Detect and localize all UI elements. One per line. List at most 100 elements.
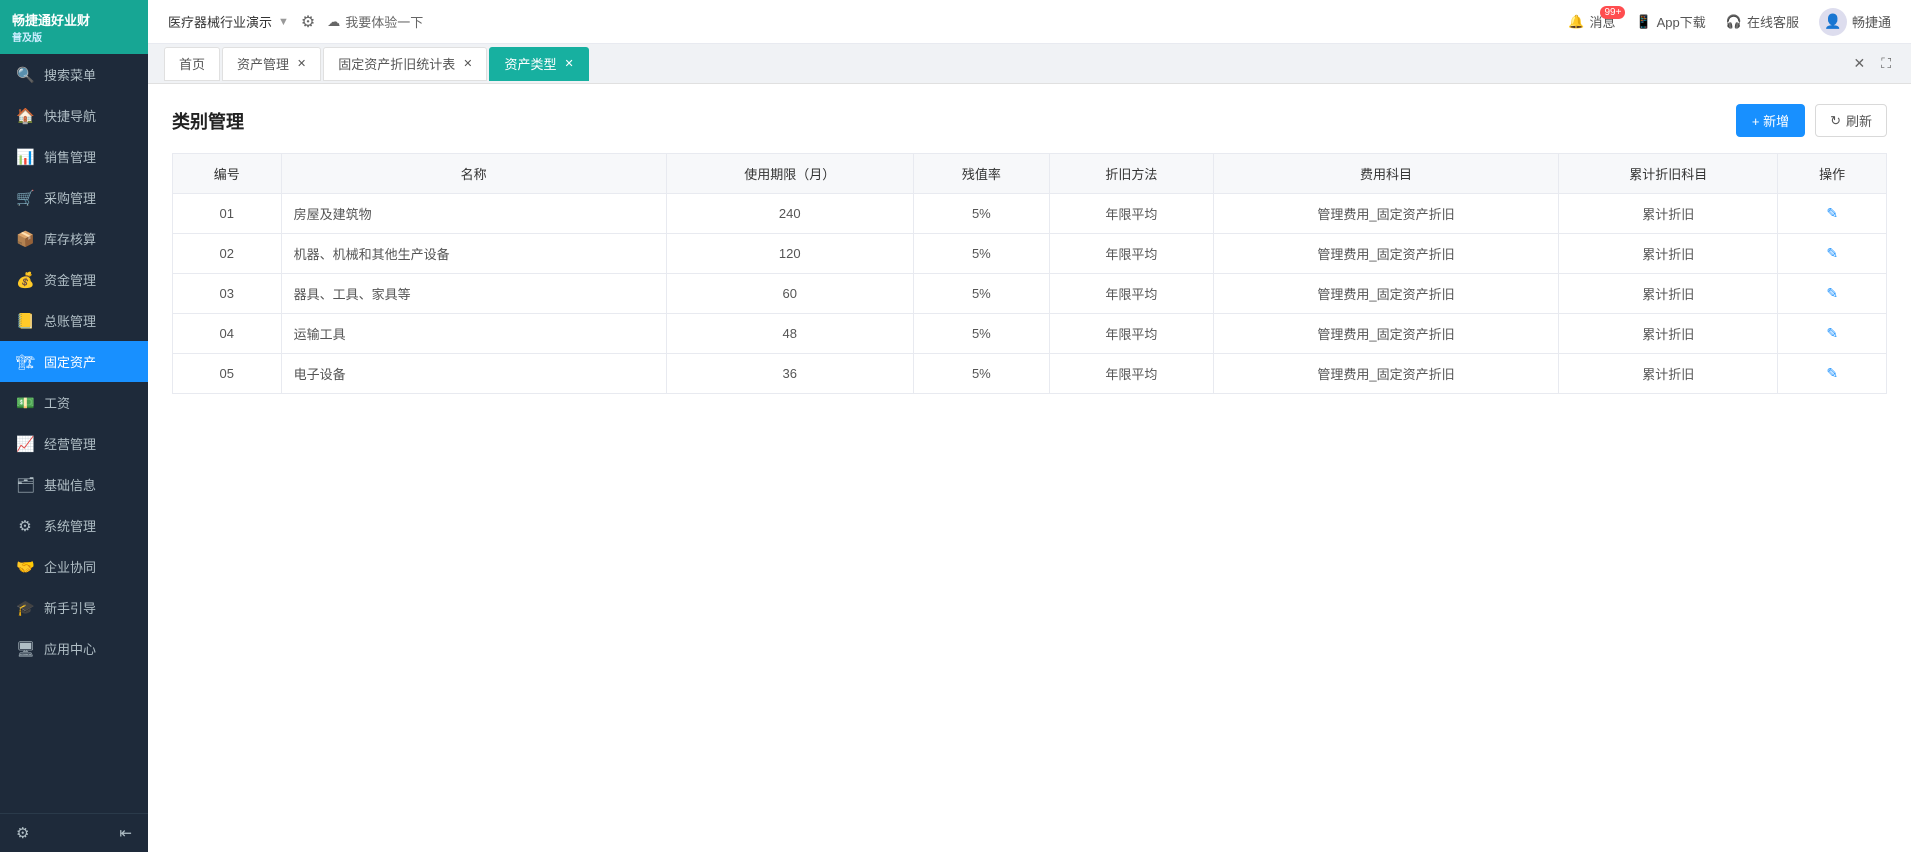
menu-icon: 🛒: [16, 189, 34, 207]
menu-icon: 🗂: [16, 476, 34, 494]
cell-method: 年限平均: [1049, 234, 1213, 274]
cell-method: 年限平均: [1049, 314, 1213, 354]
sidebar-item-资金管理[interactable]: 💰 资金管理: [0, 259, 148, 300]
sidebar-item-label: 资金管理: [44, 270, 96, 289]
close-tab-icon[interactable]: ✕: [463, 57, 472, 70]
cell-period: 60: [666, 274, 913, 314]
customer-service-label: 在线客服: [1747, 12, 1799, 31]
cell-name: 机器、机械和其他生产设备: [281, 234, 666, 274]
menu-icon: 🏗: [16, 353, 34, 371]
menu-icon: 🏠: [16, 107, 34, 125]
page-header: 类别管理 + 新增 ↻ 刷新: [172, 104, 1887, 137]
sidebar-item-应用中心[interactable]: 🖥 应用中心: [0, 628, 148, 669]
sidebar-item-label: 总账管理: [44, 311, 96, 330]
col-header: 操作: [1778, 154, 1887, 194]
sidebar-item-label: 销售管理: [44, 147, 96, 166]
maximize-tab-button[interactable]: ⛶: [1877, 53, 1895, 74]
sidebar-item-固定资产[interactable]: 🏗 固定资产: [0, 341, 148, 382]
notifications-button[interactable]: 🔔 消息 99+: [1568, 12, 1615, 31]
experience-button[interactable]: ☁ 我要体验一下: [327, 12, 423, 31]
collapse-icon[interactable]: ⇤: [119, 824, 132, 842]
menu-icon: 💵: [16, 394, 34, 412]
cell-period: 36: [666, 354, 913, 394]
sidebar-item-工资[interactable]: 💵 工资: [0, 382, 148, 423]
industry-label: 医疗器械行业演示: [168, 12, 272, 31]
sidebar-item-企业协同[interactable]: 🤝 企业协同: [0, 546, 148, 587]
cell-name: 器具、工具、家具等: [281, 274, 666, 314]
col-header: 残值率: [913, 154, 1049, 194]
add-button[interactable]: + 新增: [1736, 104, 1805, 137]
app-download-button[interactable]: 📱 App下载: [1635, 12, 1705, 31]
close-tab-icon[interactable]: ✕: [297, 57, 306, 70]
cell-period: 240: [666, 194, 913, 234]
edit-icon[interactable]: ✎: [1826, 245, 1838, 261]
sidebar-item-采购管理[interactable]: 🛒 采购管理: [0, 177, 148, 218]
logo-sub: 普及版: [12, 29, 90, 44]
sidebar-item-库存核算[interactable]: 📦 库存核算: [0, 218, 148, 259]
sidebar-item-系统管理[interactable]: ⚙ 系统管理: [0, 505, 148, 546]
cell-id: 05: [173, 354, 282, 394]
topbar-left: 医疗器械行业演示 ▼ ⚙ ☁ 我要体验一下: [168, 12, 423, 32]
cell-op[interactable]: ✎: [1778, 354, 1887, 394]
col-header: 累计折旧科目: [1559, 154, 1778, 194]
sidebar-item-label: 应用中心: [44, 639, 96, 658]
cell-expense: 管理费用_固定资产折旧: [1213, 194, 1558, 234]
sidebar-item-经营管理[interactable]: 📈 经营管理: [0, 423, 148, 464]
sidebar-item-搜索菜单[interactable]: 🔍 搜索菜单: [0, 54, 148, 95]
cell-expense: 管理费用_固定资产折旧: [1213, 274, 1558, 314]
edit-icon[interactable]: ✎: [1826, 285, 1838, 301]
cell-op[interactable]: ✎: [1778, 274, 1887, 314]
edit-icon[interactable]: ✎: [1826, 205, 1838, 221]
sidebar-item-新手引导[interactable]: 🎓 新手引导: [0, 587, 148, 628]
tab-actions: ✕ ⛶: [1849, 53, 1895, 74]
cell-residual: 5%: [913, 354, 1049, 394]
cell-op[interactable]: ✎: [1778, 194, 1887, 234]
content-area: 类别管理 + 新增 ↻ 刷新 编号名称使用期限（月）残值率折旧方法费用科目累计折…: [148, 84, 1911, 852]
notifications-badge: 99+: [1600, 6, 1625, 19]
menu-icon: 📈: [16, 435, 34, 453]
col-header: 折旧方法: [1049, 154, 1213, 194]
settings-icon[interactable]: ⚙: [16, 824, 29, 842]
cell-op[interactable]: ✎: [1778, 314, 1887, 354]
table-row: 02 机器、机械和其他生产设备 120 5% 年限平均 管理费用_固定资产折旧 …: [173, 234, 1887, 274]
refresh-button[interactable]: ↻ 刷新: [1815, 104, 1887, 137]
menu-icon: 💰: [16, 271, 34, 289]
edit-icon[interactable]: ✎: [1826, 325, 1838, 341]
bell-icon: 🔔: [1568, 14, 1584, 30]
cell-period: 120: [666, 234, 913, 274]
cell-accumulated: 累计折旧: [1559, 274, 1778, 314]
table-row: 03 器具、工具、家具等 60 5% 年限平均 管理费用_固定资产折旧 累计折旧…: [173, 274, 1887, 314]
cell-id: 04: [173, 314, 282, 354]
sidebar-item-销售管理[interactable]: 📊 销售管理: [0, 136, 148, 177]
sidebar-item-label: 经营管理: [44, 434, 96, 453]
refresh-icon: ↻: [1830, 113, 1841, 129]
arrow-down-icon: ▼: [278, 16, 289, 28]
sidebar-item-label: 基础信息: [44, 475, 96, 494]
tab-1[interactable]: 资产管理✕: [222, 47, 321, 81]
gear-icon[interactable]: ⚙: [301, 12, 315, 32]
experience-label: 我要体验一下: [345, 12, 423, 31]
menu-icon: 📊: [16, 148, 34, 166]
tab-2[interactable]: 固定资产折旧统计表✕: [323, 47, 487, 81]
user-menu[interactable]: 👤 畅捷通: [1819, 8, 1891, 36]
edit-icon[interactable]: ✎: [1826, 365, 1838, 381]
tab-3[interactable]: 资产类型✕: [489, 47, 588, 81]
cell-residual: 5%: [913, 234, 1049, 274]
sidebar-item-label: 企业协同: [44, 557, 96, 576]
headset-icon: 🎧: [1726, 14, 1742, 30]
cell-id: 03: [173, 274, 282, 314]
sidebar-item-总账管理[interactable]: 📒 总账管理: [0, 300, 148, 341]
sidebar-item-基础信息[interactable]: 🗂 基础信息: [0, 464, 148, 505]
app-download-label: App下载: [1657, 12, 1706, 31]
sidebar-item-快捷导航[interactable]: 🏠 快捷导航: [0, 95, 148, 136]
cell-op[interactable]: ✎: [1778, 234, 1887, 274]
cell-expense: 管理费用_固定资产折旧: [1213, 234, 1558, 274]
industry-selector[interactable]: 医疗器械行业演示 ▼: [168, 12, 289, 31]
tabbar: 首页资产管理✕固定资产折旧统计表✕资产类型✕ ✕ ⛶: [148, 44, 1911, 84]
cell-expense: 管理费用_固定资产折旧: [1213, 314, 1558, 354]
close-tab-button[interactable]: ✕: [1849, 53, 1869, 74]
customer-service-button[interactable]: 🎧 在线客服: [1726, 12, 1799, 31]
tab-0[interactable]: 首页: [164, 47, 220, 81]
table-row: 04 运输工具 48 5% 年限平均 管理费用_固定资产折旧 累计折旧 ✎: [173, 314, 1887, 354]
close-tab-icon[interactable]: ✕: [565, 57, 574, 70]
